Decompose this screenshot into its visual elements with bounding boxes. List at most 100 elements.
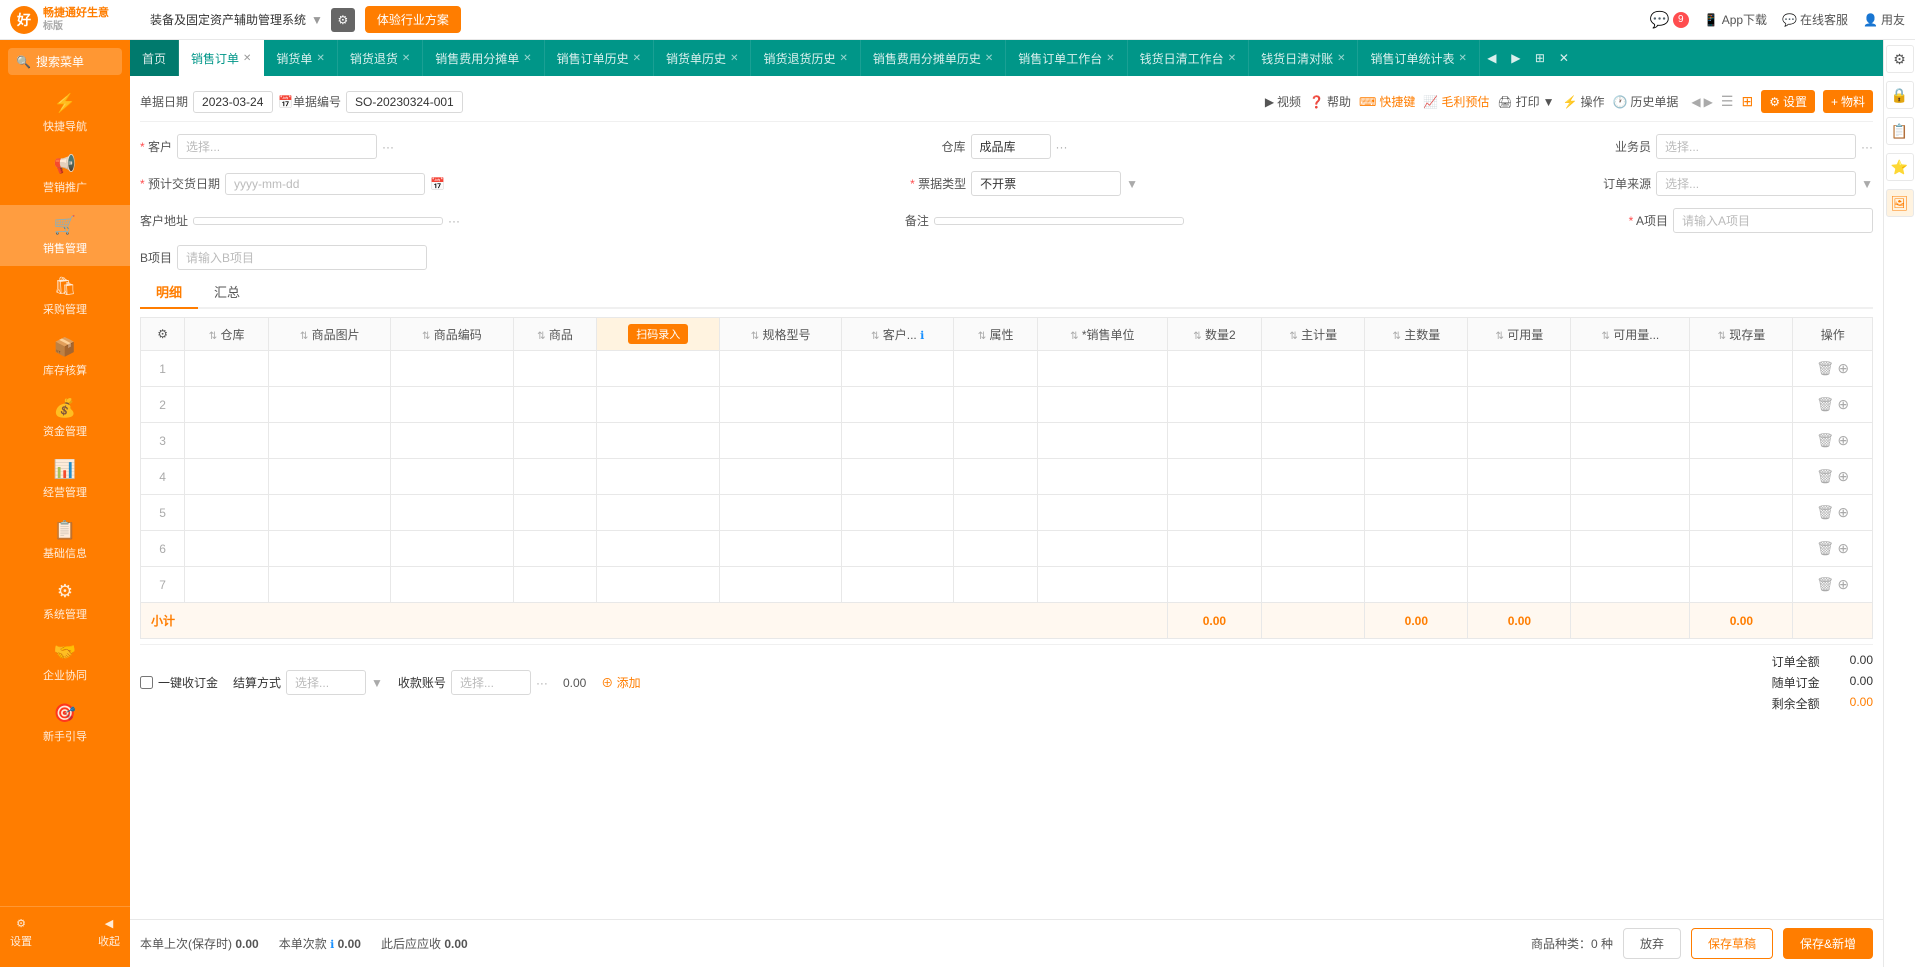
tab-daily-work[interactable]: 钱货日清工作台 ✕ (1128, 40, 1249, 76)
address-input[interactable] (193, 217, 443, 225)
row6-attrs[interactable] (954, 531, 1038, 567)
right-panel-btn-1[interactable]: ⚙ (1886, 45, 1914, 73)
row5-available[interactable] (1468, 495, 1571, 531)
sidebar-item-inventory[interactable]: 📦 库存核算 (0, 327, 130, 388)
row3-qty2[interactable] (1167, 423, 1262, 459)
col-main-unit[interactable]: ⇅ 主计量 (1262, 318, 1365, 351)
row7-main-unit[interactable] (1262, 567, 1365, 603)
view-mode-grid-btn[interactable]: ⊞ (1741, 93, 1753, 110)
row3-copy-btn[interactable]: ⊕ (1837, 432, 1849, 448)
sidebar-collapse-btn[interactable]: ◀ 收起 (98, 917, 120, 949)
row2-customer-code[interactable] (842, 387, 954, 423)
sidebar-item-operations[interactable]: 📊 经营管理 (0, 449, 130, 510)
print-btn[interactable]: 🖨 打印 ▼ (1497, 93, 1554, 110)
row7-qty2[interactable] (1167, 567, 1262, 603)
row5-copy-btn[interactable]: ⊕ (1837, 504, 1849, 520)
col-attrs[interactable]: ⇅ 属性 (954, 318, 1038, 351)
row4-delete-btn[interactable]: 🗑 (1816, 468, 1834, 484)
view-video-btn[interactable]: ▶ 视频 (1265, 93, 1301, 110)
col-settings[interactable]: ⚙ (141, 318, 185, 351)
address-more-btn[interactable]: ··· (448, 214, 460, 228)
row3-main-qty[interactable] (1365, 423, 1468, 459)
tab-reconcile-close[interactable]: ✕ (1337, 53, 1345, 64)
scan-btn[interactable]: 扫码录入 (628, 324, 688, 344)
row4-attrs[interactable] (954, 459, 1038, 495)
col-spec[interactable]: ⇅ 规格型号 (720, 318, 842, 351)
note-input[interactable] (934, 217, 1184, 225)
row6-stock[interactable] (1690, 531, 1793, 567)
operate-btn[interactable]: ⚡ 操作 (1562, 93, 1604, 110)
row1-image[interactable] (269, 351, 391, 387)
row1-main-qty[interactable] (1365, 351, 1468, 387)
row6-delete-btn[interactable]: 🗑 (1816, 540, 1834, 556)
row2-image[interactable] (269, 387, 391, 423)
row5-unit[interactable] (1038, 495, 1168, 531)
tab-invoice-history-close[interactable]: ✕ (730, 53, 738, 64)
col-stock[interactable]: ⇅ 现存量 (1690, 318, 1793, 351)
row1-stock[interactable] (1690, 351, 1793, 387)
row1-available2[interactable] (1571, 351, 1690, 387)
row3-main-unit[interactable] (1262, 423, 1365, 459)
row3-customer-code[interactable] (842, 423, 954, 459)
industry-btn[interactable]: 体验行业方案 (365, 6, 461, 33)
row3-spec[interactable] (720, 423, 842, 459)
one-click-deposit-checkbox[interactable]: 一键收订金 (140, 674, 218, 691)
row2-available[interactable] (1468, 387, 1571, 423)
row1-copy-btn[interactable]: ⊕ (1837, 360, 1849, 376)
sidebar-item-quick-nav[interactable]: ⚡ 快捷导航 (0, 83, 130, 144)
right-panel-btn-3[interactable]: 📋 (1886, 117, 1914, 145)
add-item-btn[interactable]: + 物料 (1823, 90, 1873, 113)
tab-invoice-close[interactable]: ✕ (316, 53, 324, 64)
tab-detail[interactable]: 明细 (140, 276, 198, 309)
row7-available[interactable] (1468, 567, 1571, 603)
search-menu-btn[interactable]: 🔍 搜索菜单 (8, 48, 122, 75)
nav-next-btn[interactable]: ▶ (1704, 95, 1713, 109)
row6-warehouse[interactable] (185, 531, 269, 567)
row4-warehouse[interactable] (185, 459, 269, 495)
row6-unit[interactable] (1038, 531, 1168, 567)
tab-expense-history-close[interactable]: ✕ (985, 53, 993, 64)
row1-unit[interactable] (1038, 351, 1168, 387)
view-mode-list-btn[interactable]: ☰ (1721, 93, 1734, 110)
tab-workbench-close[interactable]: ✕ (1106, 53, 1114, 64)
col-available[interactable]: ⇅ 可用量 (1468, 318, 1571, 351)
payment-method-input[interactable]: 选择... (286, 670, 366, 695)
tab-sales-order-close[interactable]: ✕ (243, 53, 251, 64)
row2-stock[interactable] (1690, 387, 1793, 423)
col-main-qty[interactable]: ⇅ 主数量 (1365, 318, 1468, 351)
row5-image[interactable] (269, 495, 391, 531)
row2-unit[interactable] (1038, 387, 1168, 423)
row4-stock[interactable] (1690, 459, 1793, 495)
row1-main-unit[interactable] (1262, 351, 1365, 387)
gear-settings-btn[interactable]: ⚙ (331, 8, 355, 32)
add-payment-btn[interactable]: ⊕ 添加 (601, 674, 640, 691)
tab-workbench[interactable]: 销售订单工作台 ✕ (1006, 40, 1127, 76)
col-scan[interactable]: 扫码录入 (597, 318, 720, 351)
row2-warehouse[interactable] (185, 387, 269, 423)
tab-next-btn[interactable]: ▶ (1504, 40, 1528, 76)
row7-customer-code[interactable] (842, 567, 954, 603)
row4-spec[interactable] (720, 459, 842, 495)
tab-expense-history[interactable]: 销售费用分摊单历史 ✕ (861, 40, 1006, 76)
customer-more-btn[interactable]: ··· (382, 140, 394, 154)
row3-delete-btn[interactable]: 🗑 (1816, 432, 1834, 448)
row2-spec[interactable] (720, 387, 842, 423)
row2-main-unit[interactable] (1262, 387, 1365, 423)
row6-qty2[interactable] (1167, 531, 1262, 567)
row6-available[interactable] (1468, 531, 1571, 567)
sidebar-item-purchase[interactable]: 🛍 采购管理 (0, 266, 130, 327)
row5-main-unit[interactable] (1262, 495, 1365, 531)
row4-copy-btn[interactable]: ⊕ (1837, 468, 1849, 484)
date-calendar-icon[interactable]: 📅 (278, 95, 293, 109)
col-available2[interactable]: ⇅ 可用量... (1571, 318, 1690, 351)
a-project-input[interactable]: 请输入A项目 (1673, 208, 1873, 233)
row2-product[interactable] (513, 387, 597, 423)
right-panel-btn-2[interactable]: 🔒 (1886, 81, 1914, 109)
row3-available2[interactable] (1571, 423, 1690, 459)
nav-prev-btn[interactable]: ◀ (1691, 95, 1700, 109)
row3-attrs[interactable] (954, 423, 1038, 459)
b-project-input[interactable]: 请输入B项目 (177, 245, 427, 270)
row2-copy-btn[interactable]: ⊕ (1837, 396, 1849, 412)
tab-expense[interactable]: 销售费用分摊单 ✕ (423, 40, 544, 76)
salesperson-input[interactable]: 选择... (1656, 134, 1856, 159)
